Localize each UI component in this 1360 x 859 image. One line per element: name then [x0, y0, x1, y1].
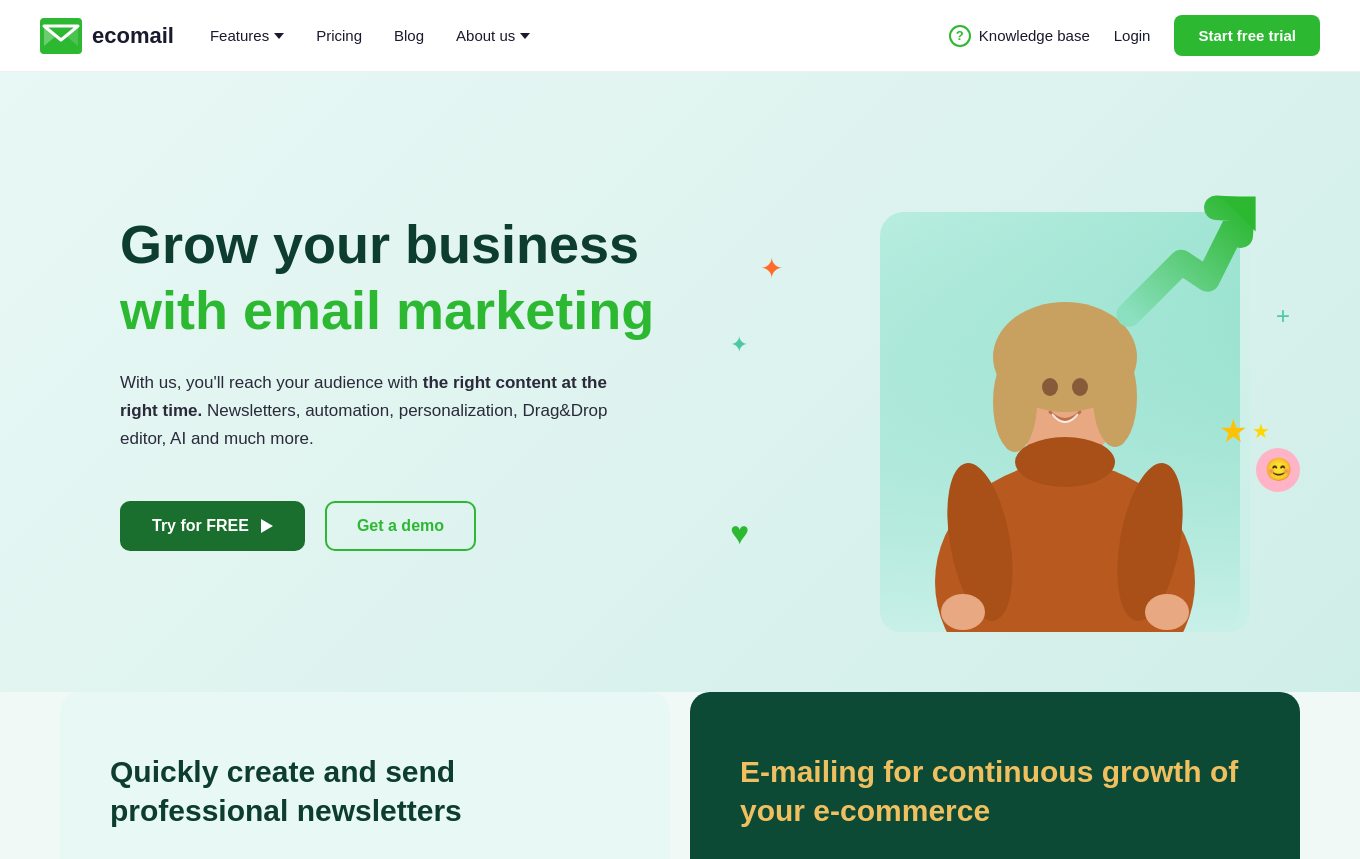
hero-illustration: ✦ ✦ + — [700, 132, 1280, 632]
get-demo-button[interactable]: Get a demo — [325, 501, 476, 551]
nav-pricing[interactable]: Pricing — [316, 27, 362, 44]
play-icon — [261, 519, 273, 533]
login-link[interactable]: Login — [1114, 27, 1151, 44]
knowledge-base-link[interactable]: ? Knowledge base — [949, 25, 1090, 47]
plus-deco-icon: + — [1276, 302, 1290, 330]
ecommerce-card: E-mailing for continuous growth of your … — [690, 692, 1300, 859]
yellow-stars-icon: ★ ★ — [1219, 412, 1270, 450]
svg-point-11 — [1072, 378, 1088, 396]
hero-content: Grow your business with email marketing … — [120, 213, 700, 551]
smiley-icon: 😊 — [1256, 448, 1300, 492]
brand-name: ecomail — [92, 23, 174, 49]
hero-buttons: Try for FREE Get a demo — [120, 501, 700, 551]
chevron-down-icon — [520, 33, 530, 39]
hero-section: Grow your business with email marketing … — [0, 72, 1360, 692]
orange-star-icon: ✦ — [760, 252, 783, 285]
try-free-button[interactable]: Try for FREE — [120, 501, 305, 551]
start-trial-button[interactable]: Start free trial — [1174, 15, 1320, 56]
nav-left: ecomail Features Pricing Blog About us — [40, 18, 530, 54]
feature-cards: Quickly create and send professional new… — [0, 692, 1360, 859]
hero-title-line1: Grow your business — [120, 213, 700, 275]
logo-link[interactable]: ecomail — [40, 18, 174, 54]
nav-about[interactable]: About us — [456, 27, 530, 44]
nav-features[interactable]: Features — [210, 27, 284, 44]
nav-links: Features Pricing Blog About us — [210, 27, 530, 44]
logo-icon — [40, 18, 82, 54]
navigation: ecomail Features Pricing Blog About us ?… — [0, 0, 1360, 72]
nav-right: ? Knowledge base Login Start free trial — [949, 15, 1320, 56]
chevron-down-icon — [274, 33, 284, 39]
svg-point-15 — [941, 594, 985, 630]
svg-point-10 — [1042, 378, 1058, 396]
newsletter-card: Quickly create and send professional new… — [60, 692, 670, 859]
nav-blog[interactable]: Blog — [394, 27, 424, 44]
newsletter-card-title: Quickly create and send professional new… — [110, 752, 620, 830]
ecommerce-card-title: E-mailing for continuous growth of your … — [740, 752, 1250, 830]
green-star-icon: ✦ — [730, 332, 748, 358]
growth-arrow-icon — [1110, 192, 1270, 332]
hero-title-line2: with email marketing — [120, 279, 700, 341]
hero-description: With us, you'll reach your audience with… — [120, 369, 640, 453]
svg-point-8 — [993, 352, 1037, 452]
heart-icon: ♥ — [730, 515, 749, 552]
svg-point-12 — [1015, 437, 1115, 487]
svg-point-16 — [1145, 594, 1189, 630]
help-icon: ? — [949, 25, 971, 47]
svg-point-9 — [1093, 347, 1137, 447]
